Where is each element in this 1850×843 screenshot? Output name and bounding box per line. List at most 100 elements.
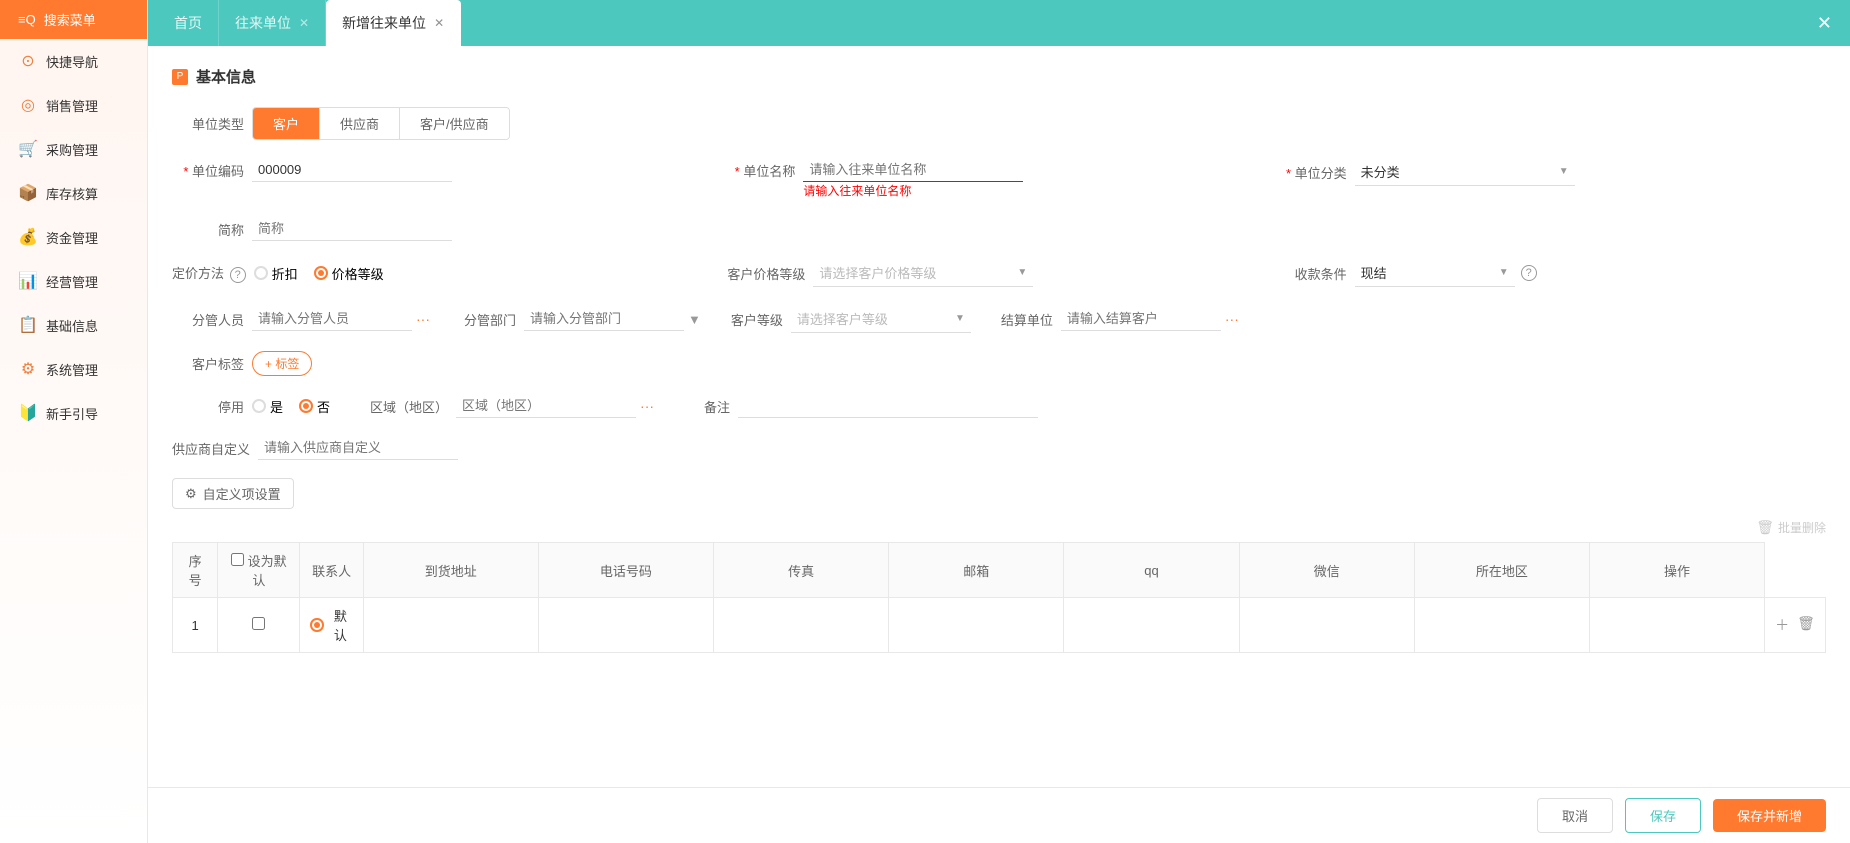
tab-partner-list-close[interactable]: ✕ (299, 16, 309, 30)
row-fax[interactable] (889, 598, 1064, 653)
footer: 取消 保存 保存并新增 (148, 787, 1850, 843)
search-icon: ≡Q (18, 12, 36, 27)
sidebar-item-sales[interactable]: ◎ 销售管理 (0, 83, 147, 127)
close-all-button[interactable]: ✕ (1809, 9, 1840, 38)
radio-price-level-label: 价格等级 (332, 264, 384, 283)
sidebar-item-system[interactable]: ⚙ 系统管理 (0, 347, 147, 391)
sidebar-item-quick-nav[interactable]: ⊙ 快捷导航 (0, 39, 147, 83)
payment-help-icon[interactable]: ? (1521, 265, 1537, 281)
type-btn-supplier[interactable]: 供应商 (320, 108, 400, 139)
table-row: 1 默认 (173, 598, 1826, 653)
settlement-dots-button[interactable]: ··· (1221, 311, 1243, 327)
tab-add-partner[interactable]: 新增往来单位 ✕ (326, 0, 461, 46)
tag-add-button[interactable]: + 标签 (252, 351, 312, 376)
delete-row-button[interactable]: 🗑 (1797, 615, 1815, 635)
supplier-custom-label: 供应商自定义 (172, 439, 258, 458)
unit-name-input[interactable] (803, 158, 1023, 182)
col-action: 操作 (1589, 543, 1764, 598)
sidebar-item-guide[interactable]: 🔰 新手引导 (0, 391, 147, 435)
col-phone: 电话号码 (538, 543, 713, 598)
short-name-label: 简称 (172, 220, 252, 239)
row-seq: 1 (173, 598, 218, 653)
payment-terms-select[interactable]: 现结 ▼ (1355, 259, 1515, 287)
manager-label: 分管人员 (172, 310, 252, 329)
sidebar-item-basics[interactable]: 📋 基础信息 (0, 303, 147, 347)
manager-dots-button[interactable]: ··· (412, 311, 434, 327)
dept-label: 分管部门 (454, 310, 524, 329)
custom-settings-button[interactable]: ⚙ 自定义项设置 (172, 478, 294, 509)
operations-icon: 📊 (18, 271, 38, 291)
row-email[interactable] (1064, 598, 1239, 653)
radio-yes[interactable]: 是 (252, 397, 283, 416)
section-header: P 基本信息 (172, 66, 1826, 87)
unit-type-label: 单位类型 (172, 114, 252, 133)
type-btn-customer[interactable]: 客户 (253, 108, 320, 139)
save-and-new-button[interactable]: 保存并新增 (1713, 799, 1826, 832)
unit-name-error: 请输入往来单位名称 (803, 184, 911, 198)
row-default-radio[interactable]: 默认 (310, 606, 352, 644)
unit-category-select[interactable]: 未分类 ▼ (1355, 158, 1575, 186)
tab-home-label: 首页 (174, 13, 202, 33)
row-wechat[interactable] (1414, 598, 1589, 653)
customer-level-select[interactable]: 请选择客户等级 ▼ (791, 305, 971, 333)
add-row-button[interactable]: ＋ (1775, 615, 1789, 635)
row-contact[interactable] (363, 598, 538, 653)
pricing-help-icon[interactable]: ? (230, 267, 246, 283)
inventory-icon: 📦 (18, 183, 38, 203)
short-name-input[interactable] (252, 217, 452, 241)
row-disabled-region-remark: 停用 是 否 区域（地区） ··· 备注 (172, 394, 1826, 418)
tab-home[interactable]: 首页 (158, 0, 219, 46)
radio-no[interactable]: 否 (299, 397, 330, 416)
region-dots-button[interactable]: ··· (636, 398, 658, 414)
row-phone[interactable] (714, 598, 889, 653)
region-input[interactable] (456, 394, 636, 418)
save-button[interactable]: 保存 (1625, 798, 1701, 833)
col-qq: qq (1064, 543, 1239, 598)
unit-category-cell: 单位分类 未分类 ▼ (1275, 158, 1826, 186)
radio-price-level-circle (314, 266, 328, 280)
customer-level-chevron: ▼ (955, 313, 965, 324)
row-qq[interactable] (1239, 598, 1414, 653)
sidebar-item-inventory[interactable]: 📦 库存核算 (0, 171, 147, 215)
purchase-icon: 🛒 (18, 139, 38, 159)
custom-settings-label: 自定义项设置 (203, 484, 281, 503)
payment-terms-label: 收款条件 (1275, 264, 1355, 283)
radio-price-level[interactable]: 价格等级 (314, 264, 384, 283)
tab-add-partner-close[interactable]: ✕ (434, 16, 444, 30)
cancel-button[interactable]: 取消 (1537, 798, 1613, 833)
customer-price-select[interactable]: 请选择客户价格等级 ▼ (813, 259, 1033, 287)
row-region[interactable] (1589, 598, 1764, 653)
radio-no-label: 否 (317, 397, 330, 416)
sidebar-item-operations[interactable]: 📊 经营管理 (0, 259, 147, 303)
section-icon: P (172, 69, 188, 85)
settlement-input[interactable] (1061, 307, 1221, 331)
unit-category-chevron: ▼ (1559, 166, 1569, 177)
customer-price-placeholder: 请选择客户价格等级 (819, 263, 1013, 282)
manager-input[interactable] (252, 307, 412, 331)
sidebar-item-label: 采购管理 (46, 140, 98, 159)
select-all-checkbox[interactable] (231, 553, 244, 566)
unit-code-input[interactable] (252, 158, 452, 182)
system-icon: ⚙ (18, 359, 38, 379)
tab-partner-list[interactable]: 往来单位 ✕ (219, 0, 326, 46)
sidebar-item-purchase[interactable]: 🛒 采购管理 (0, 127, 147, 171)
col-contact: 联系人 (300, 543, 363, 598)
batch-delete-icon: 🗑 (1756, 519, 1774, 536)
search-menu-button[interactable]: ≡Q 搜索菜单 (0, 0, 147, 39)
type-btn-both[interactable]: 客户/供应商 (400, 108, 509, 139)
remark-input[interactable] (738, 394, 1038, 418)
sidebar-item-finance[interactable]: 💰 资金管理 (0, 215, 147, 259)
batch-delete-area: 🗑 批量删除 (172, 519, 1826, 536)
disabled-label: 停用 (172, 397, 252, 416)
col-wechat: 微信 (1239, 543, 1414, 598)
radio-discount[interactable]: 折扣 (254, 264, 298, 283)
customer-price-chevron: ▼ (1017, 267, 1027, 278)
unit-name-label: 单位名称 (723, 161, 803, 180)
supplier-custom-input[interactable] (258, 436, 458, 460)
dept-input[interactable] (524, 307, 684, 331)
row-address[interactable] (538, 598, 713, 653)
batch-delete-label[interactable]: 批量删除 (1778, 519, 1826, 536)
row-checkbox[interactable] (252, 617, 265, 630)
row-action-cell: ＋ 🗑 (1765, 598, 1826, 653)
unit-name-cell: 单位名称 请输入往来单位名称 (723, 158, 1274, 199)
